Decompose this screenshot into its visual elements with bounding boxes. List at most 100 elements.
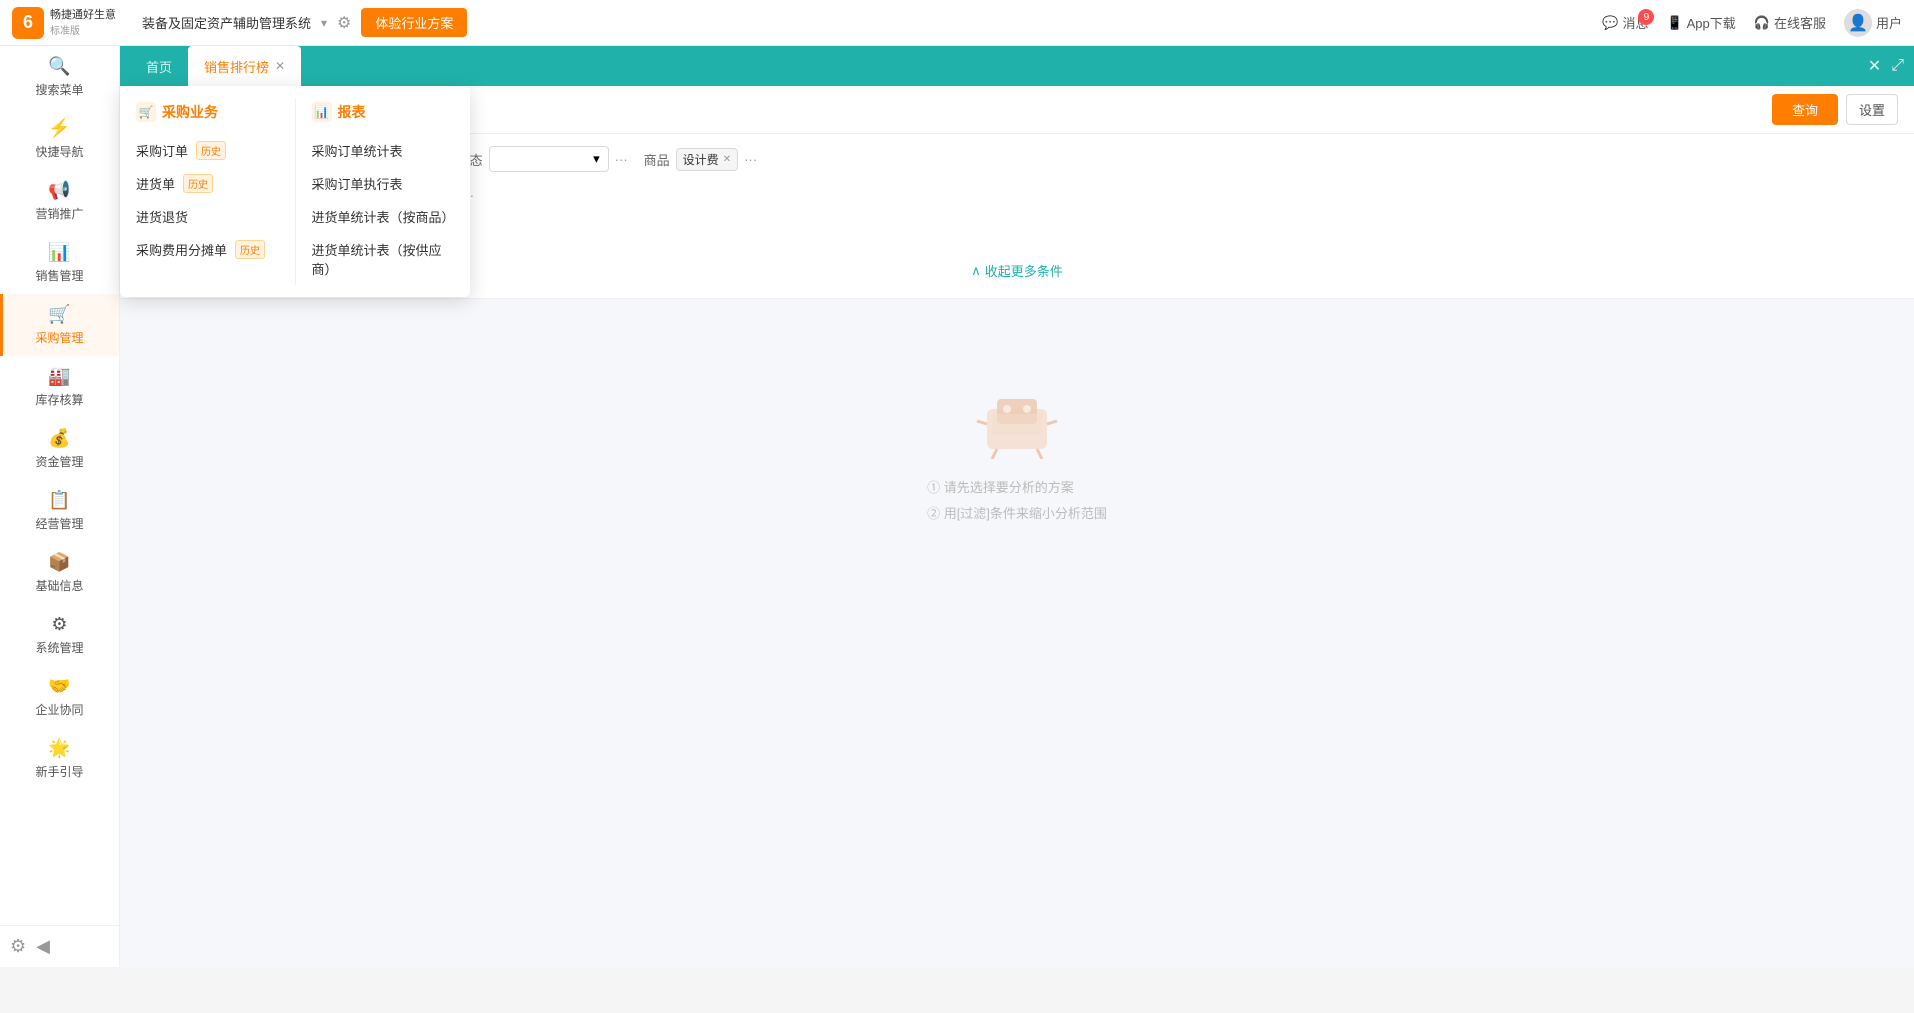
settings-button[interactable]: 设置 (1846, 94, 1898, 125)
tab-bar-right: ✕ ⤢ (1868, 56, 1904, 76)
sidebar-item-enterprise[interactable]: 🤝 企业协同 (0, 666, 119, 728)
sidebar-label-search: 搜索菜单 (35, 81, 83, 98)
sidebar-item-newbie[interactable]: 🌟 新手引导 (0, 728, 119, 790)
sidebar: 🔍 搜索菜单 ⚡ 快捷导航 📢 营销推广 📊 销售管理 🛒 采购管理 🏭 库存核… (0, 46, 120, 967)
sidebar-label-finance: 资金管理 (35, 453, 83, 470)
sidebar-bottom: ⚙ ◀ (0, 925, 119, 967)
experience-button[interactable]: 体验行业方案 (361, 8, 467, 37)
tab-sales-rank[interactable]: 销售排行榜 ✕ (188, 46, 301, 86)
collapse-up-icon: ∧ (971, 263, 981, 279)
bullet-2: ② (927, 506, 944, 521)
in-stat-goods-label: 进货单统计表（按商品） (312, 207, 455, 226)
tab-sales-rank-label: 销售排行榜 (204, 57, 269, 76)
close-window-icon[interactable]: ✕ (1868, 56, 1881, 76)
report-section-title: 📊 报表 (312, 98, 455, 122)
app-download-button[interactable]: 📱 App下载 (1666, 13, 1735, 32)
top-center: 装备及固定资产辅助管理系统 ▾ ⚙ 体验行业方案 (132, 8, 1602, 37)
sidebar-item-marketing[interactable]: 📢 营销推广 (0, 170, 119, 232)
empty-illustration (967, 379, 1067, 459)
tab-home[interactable]: 首页 (130, 46, 188, 86)
logo-subtitle: 标准版 (50, 22, 116, 37)
sidebar-item-inventory[interactable]: 🏭 库存核算 (0, 356, 119, 418)
query-button[interactable]: 查询 (1772, 94, 1838, 125)
purchase-section-label: 采购业务 (162, 102, 218, 122)
menu-item-purchase-expense[interactable]: 采购费用分摊单 历史 (136, 233, 279, 266)
menu-item-in-stat-supplier[interactable]: 进货单统计表（按供应商） (312, 233, 455, 285)
goods-label: 商品 (644, 150, 670, 169)
message-icon: 💬 (1602, 15, 1618, 31)
purchase-order-history: 历史 (196, 141, 226, 160)
bill-status-arrow: ▾ (593, 151, 600, 167)
user-menu[interactable]: 👤 用户 (1844, 9, 1902, 37)
menu-item-purchase-return[interactable]: 进货退货 (136, 200, 279, 233)
sidebar-item-search[interactable]: 🔍 搜索菜单 (0, 46, 119, 108)
purchase-in-history: 历史 (183, 174, 213, 193)
purchase-expense-history: 历史 (235, 240, 265, 259)
finance-icon: 💰 (48, 428, 70, 449)
tip-text-1: 请先选择要分析的方案 (944, 480, 1074, 495)
topbar-settings-icon[interactable]: ⚙ (337, 13, 351, 33)
operations-icon: 📋 (48, 490, 70, 511)
app-label: App下载 (1687, 13, 1736, 32)
toolbar-right: 查询 设置 (1772, 94, 1898, 125)
sys-title: 装备及固定资产辅助管理系统 (142, 13, 311, 32)
sidebar-label-sales: 销售管理 (35, 267, 83, 284)
top-right: 💬 消息 9 📱 App下载 🎧 在线客服 👤 用户 (1602, 9, 1902, 37)
sidebar-label-newbie: 新手引导 (35, 763, 83, 780)
logo-area: 6 畅捷通好生意 标准版 (12, 7, 132, 39)
sidebar-item-finance[interactable]: 💰 资金管理 (0, 418, 119, 480)
sys-dropdown-arrow[interactable]: ▾ (321, 16, 327, 30)
tab-close-icon[interactable]: ✕ (275, 59, 285, 73)
report-menu-section: 📊 报表 采购订单统计表 采购订单执行表 进货单统计表（按商品） 进货单统计表（… (295, 98, 471, 285)
online-service-button[interactable]: 🎧 在线客服 (1754, 13, 1826, 32)
purchase-in-label: 进货单 (136, 174, 175, 193)
menu-item-in-stat-goods[interactable]: 进货单统计表（按商品） (312, 200, 455, 233)
menu-item-purchase-in[interactable]: 进货单 历史 (136, 167, 279, 200)
empty-tip: ① 请先选择要分析的方案 ② 用[过滤]条件来缩小分析范围 (927, 475, 1107, 527)
tab-bar: 首页 销售排行榜 ✕ ✕ ⤢ (120, 46, 1914, 86)
report-section-label: 报表 (338, 102, 366, 122)
sidebar-label-enterprise: 企业协同 (35, 701, 83, 718)
sidebar-label-inventory: 库存核算 (35, 391, 83, 408)
sidebar-item-basic[interactable]: 📦 基础信息 (0, 542, 119, 604)
collapse-label: 收起更多条件 (985, 261, 1063, 280)
sidebar-item-operations[interactable]: 📋 经营管理 (0, 480, 119, 542)
avatar: 👤 (1844, 9, 1872, 37)
purchase-dropdown-menu: 🛒 采购业务 采购订单 历史 进货单 历史 进货退货 采购费用分摊单 历史 📊 … (120, 86, 470, 297)
sidebar-item-system[interactable]: ⚙ 系统管理 (0, 604, 119, 666)
user-label: 用户 (1876, 13, 1902, 32)
basic-icon: 📦 (48, 552, 70, 573)
empty-tip-1: ① 请先选择要分析的方案 (927, 475, 1107, 501)
sidebar-label-basic: 基础信息 (35, 577, 83, 594)
report-section-icon: 📊 (312, 102, 332, 122)
bill-status-select[interactable]: ▾ (489, 146, 609, 172)
service-label: 在线客服 (1774, 13, 1826, 32)
tab-home-label: 首页 (146, 57, 172, 76)
sidebar-item-purchase[interactable]: 🛒 采购管理 (0, 294, 119, 356)
enterprise-icon: 🤝 (48, 676, 70, 697)
sales-icon: 📊 (48, 242, 70, 263)
top-bar: 6 畅捷通好生意 标准版 装备及固定资产辅助管理系统 ▾ ⚙ 体验行业方案 💬 … (0, 0, 1914, 46)
goods-tag-close[interactable]: ✕ (723, 154, 731, 165)
bill-status-more[interactable]: ··· (615, 152, 628, 167)
sidebar-item-sales[interactable]: 📊 销售管理 (0, 232, 119, 294)
menu-item-order-stat[interactable]: 采购订单统计表 (312, 134, 455, 167)
notifications-badge: 9 (1638, 9, 1654, 25)
logo-icon: 6 (12, 7, 44, 39)
purchase-section-icon: 🛒 (136, 102, 156, 122)
settings-bottom-icon[interactable]: ⚙ (10, 936, 26, 957)
notifications-button[interactable]: 💬 消息 9 (1602, 13, 1648, 32)
menu-item-purchase-order[interactable]: 采购订单 历史 (136, 134, 279, 167)
purchase-return-label: 进货退货 (136, 207, 188, 226)
headset-icon: 🎧 (1754, 15, 1770, 31)
search-icon: 🔍 (48, 56, 70, 77)
goods-more[interactable]: ··· (744, 152, 757, 167)
marketing-icon: 📢 (48, 180, 70, 201)
fullscreen-icon[interactable]: ⤢ (1891, 57, 1904, 75)
bullet-1: ① (927, 480, 944, 495)
menu-item-order-exec[interactable]: 采购订单执行表 (312, 167, 455, 200)
sidebar-item-quick[interactable]: ⚡ 快捷导航 (0, 108, 119, 170)
goods-tag: 设计费 ✕ (676, 148, 738, 171)
collapse-sidebar-icon[interactable]: ◀ (36, 936, 50, 957)
sidebar-label-system: 系统管理 (35, 639, 83, 656)
